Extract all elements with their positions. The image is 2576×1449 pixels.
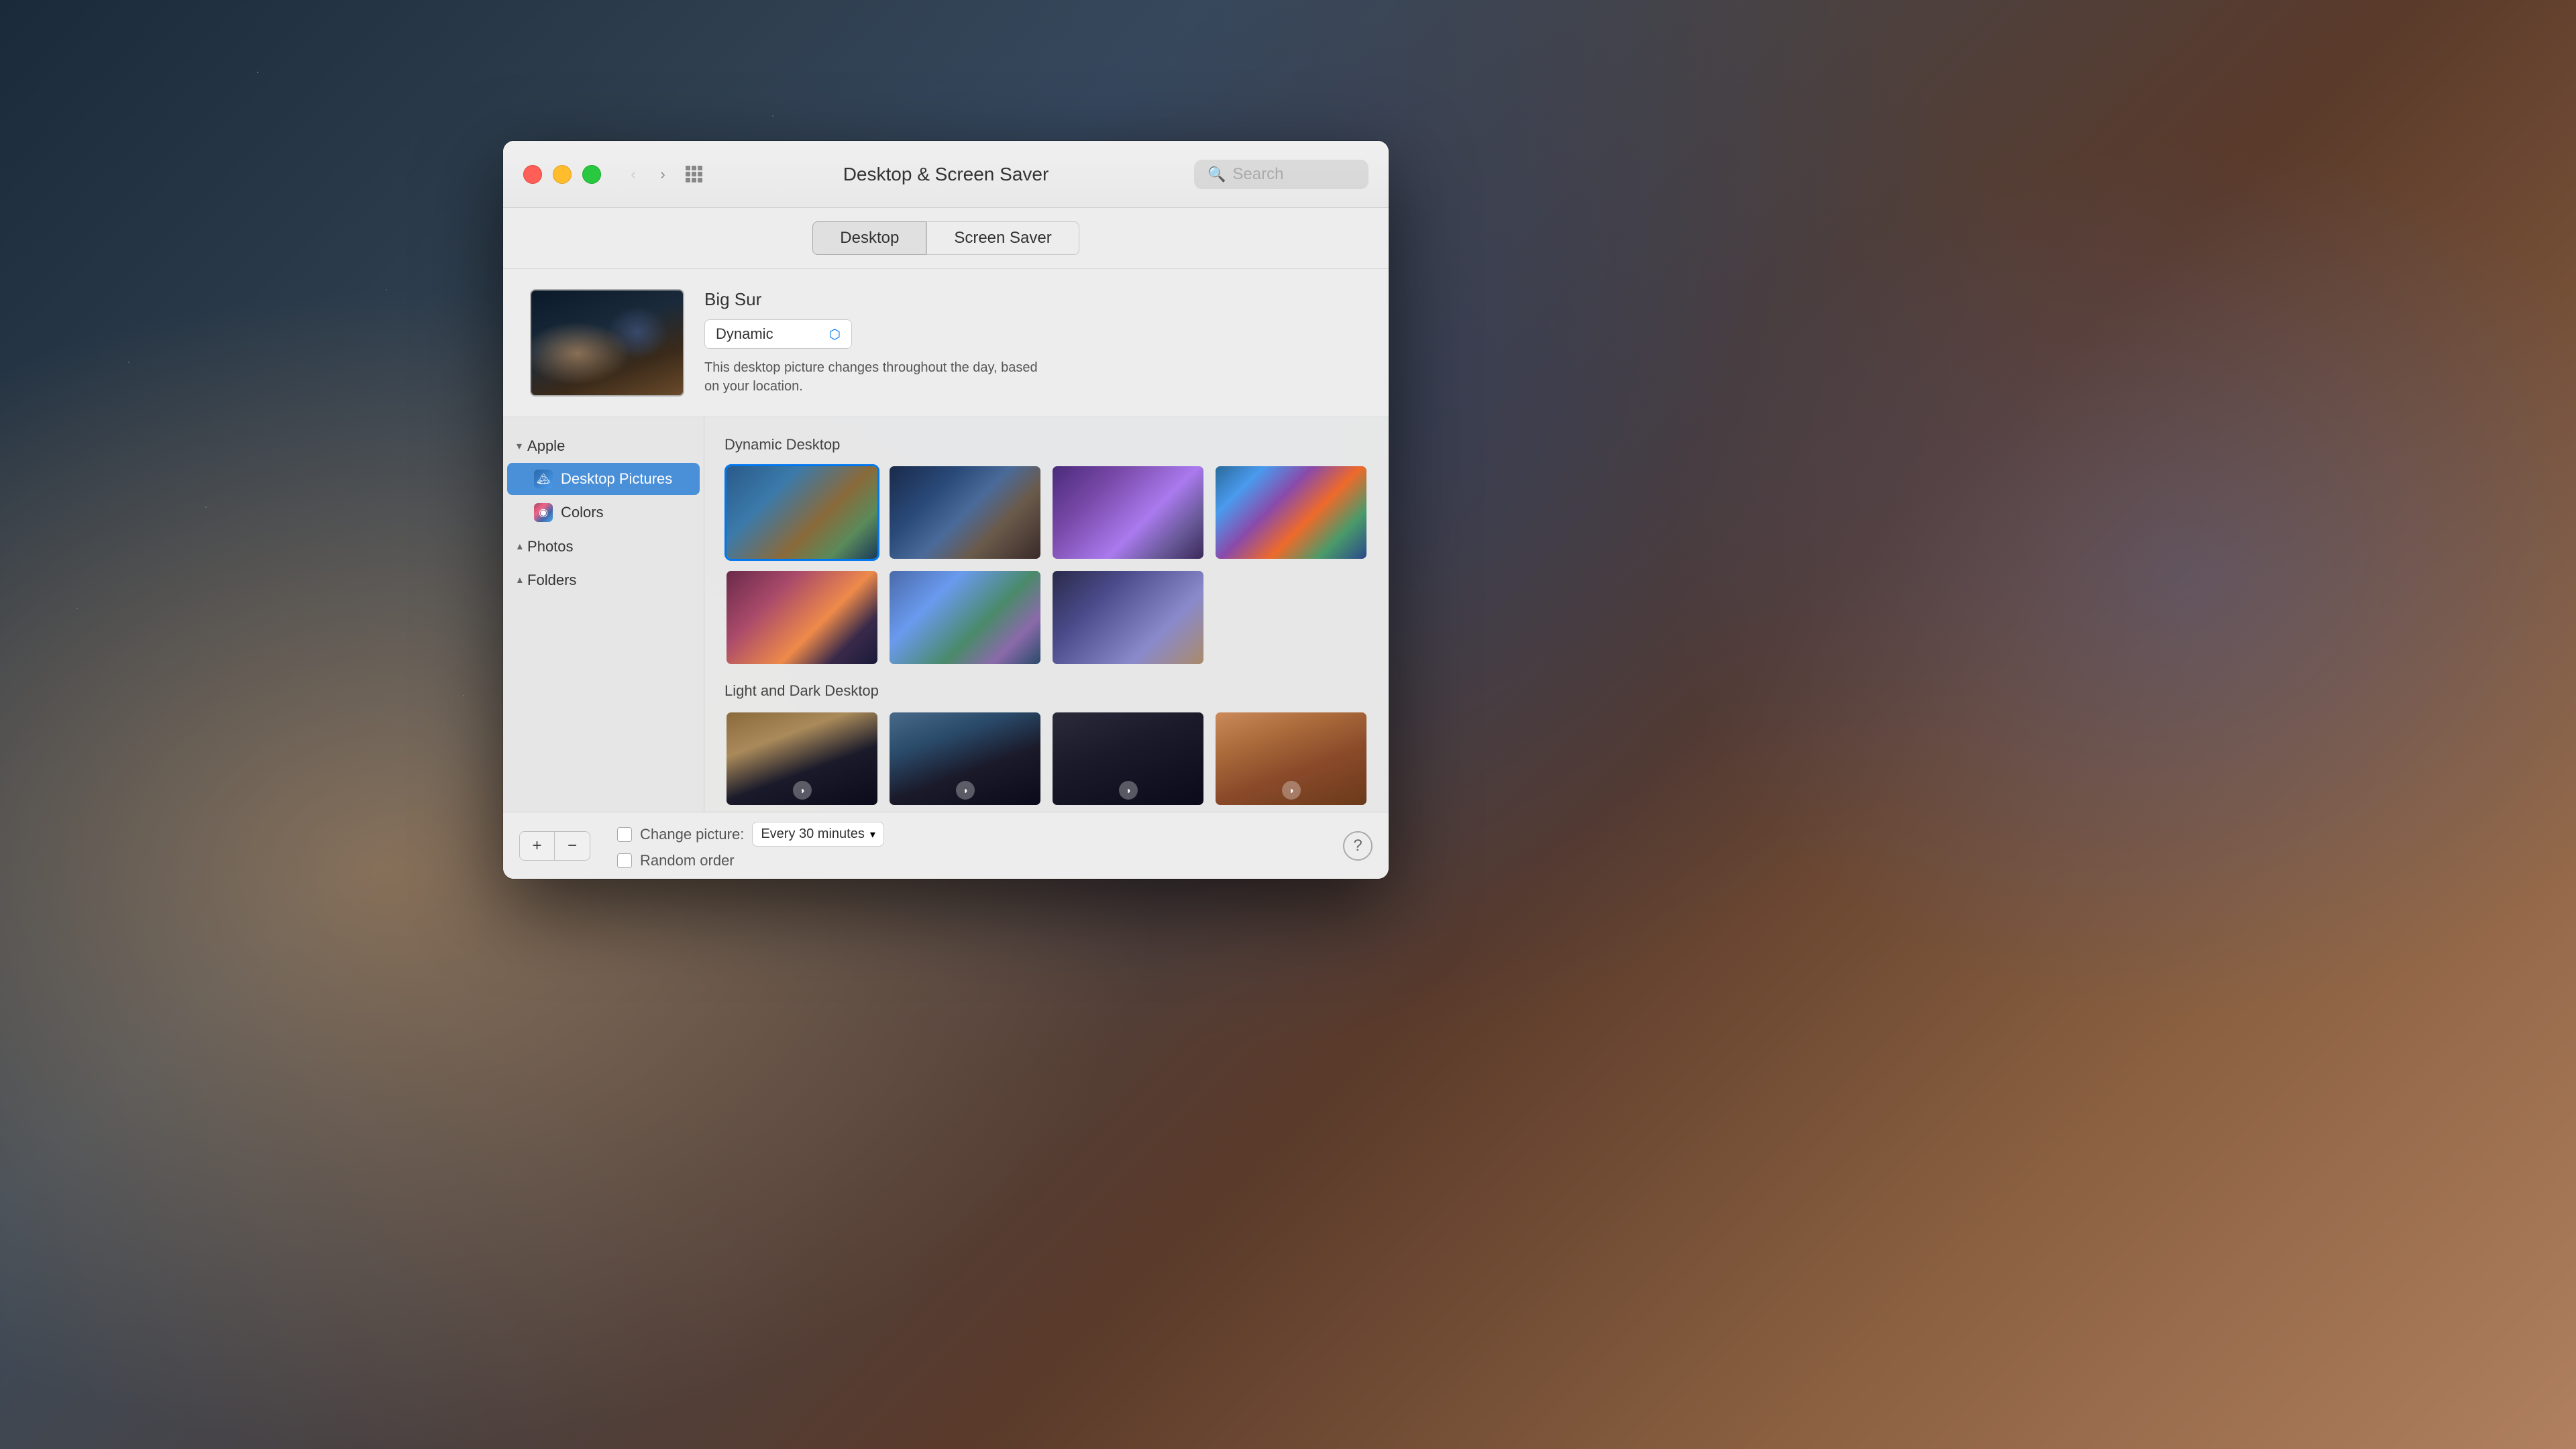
tab-desktop[interactable]: Desktop [812, 221, 926, 255]
wallpaper-thumb-6[interactable] [888, 569, 1042, 665]
nav-buttons: ‹ › [621, 162, 675, 186]
wallpaper-ld-image-3: ◑ [1053, 712, 1203, 805]
forward-button[interactable]: › [651, 162, 675, 186]
content-area: Dynamic Desktop [704, 417, 1389, 873]
picture-description: This desktop picture changes throughout … [704, 358, 1040, 396]
back-button[interactable]: ‹ [621, 162, 645, 186]
add-button[interactable]: + [520, 832, 555, 860]
change-picture-checkbox[interactable] [617, 827, 632, 842]
sidebar-item-label-colors: Colors [561, 504, 604, 521]
dynamic-desktop-grid [724, 464, 1368, 666]
bottom-bar: + − Change picture: Every 30 minutes ▾ R… [503, 812, 1389, 879]
wallpaper-image-7 [1053, 571, 1203, 663]
section-label-dynamic: Dynamic Desktop [724, 436, 1368, 453]
preview-image [530, 289, 684, 396]
remove-button[interactable]: − [555, 832, 590, 860]
wallpaper-thumb-3[interactable] [1051, 464, 1205, 561]
tab-screensaver[interactable]: Screen Saver [926, 221, 1079, 255]
sidebar-section-label-folders: Folders [527, 572, 576, 589]
sidebar-section-label-photos: Photos [527, 538, 574, 555]
grid-icon [686, 166, 702, 182]
sidebar: ▾ Apple 🏔 Desktop Pictures ◉ Colors [503, 417, 704, 873]
picture-name: Big Sur [704, 289, 1362, 310]
random-order-label: Random order [640, 852, 735, 869]
sidebar-section-header-folders[interactable]: ▸ Folders [503, 565, 704, 596]
close-button[interactable] [523, 165, 542, 184]
wallpaper-ld-image-4: ◑ [1216, 712, 1366, 805]
ld-icon-3: ◑ [1119, 781, 1138, 800]
dynamic-dropdown[interactable]: Dynamic ⬡ [704, 319, 852, 349]
chevron-folders-icon: ▸ [513, 578, 526, 583]
wallpaper-thumb-1[interactable] [724, 464, 879, 561]
ld-icon-2: ◑ [956, 781, 975, 800]
grid-view-button[interactable] [680, 161, 707, 188]
wallpaper-thumb-4[interactable] [1214, 464, 1368, 561]
search-input[interactable] [1232, 165, 1355, 184]
search-icon: 🔍 [1208, 166, 1226, 183]
wallpaper-image-6 [890, 571, 1040, 663]
tab-bar: Desktop Screen Saver [503, 208, 1389, 269]
sidebar-section-folders: ▸ Folders [503, 565, 704, 596]
sidebar-item-label-desktop-pictures: Desktop Pictures [561, 470, 672, 488]
wallpaper-image-1 [727, 466, 877, 559]
interval-dropdown[interactable]: Every 30 minutes ▾ [752, 822, 884, 847]
traffic-lights [523, 165, 601, 184]
wallpaper-image-3 [1053, 466, 1203, 559]
preview-area: Big Sur Dynamic ⬡ This desktop picture c… [503, 269, 1389, 417]
titlebar: ‹ › Desktop & Screen Saver 🔍 [503, 141, 1389, 208]
change-picture-label: Change picture: [640, 826, 744, 843]
random-order-row: Random order [617, 852, 1330, 869]
dropdown-value: Dynamic [716, 325, 829, 343]
wallpaper-image-2 [890, 466, 1040, 559]
wallpaper-ld-3[interactable]: ◑ [1051, 710, 1205, 807]
wallpaper-thumb-5[interactable] [724, 569, 879, 665]
colors-icon: ◉ [534, 503, 553, 522]
chevron-photos-icon: ▸ [513, 544, 526, 549]
wallpaper-ld-image-2: ◑ [890, 712, 1040, 805]
chevron-apple-icon: ▾ [517, 439, 522, 453]
wallpaper-image-4 [1216, 466, 1366, 559]
change-picture-row: Change picture: Every 30 minutes ▾ [617, 822, 1330, 847]
ld-icon-4: ◑ [1282, 781, 1301, 800]
system-preferences-window: ‹ › Desktop & Screen Saver 🔍 Desktop Scr… [503, 141, 1389, 879]
interval-value: Every 30 minutes [761, 826, 865, 842]
main-content: ▾ Apple 🏔 Desktop Pictures ◉ Colors [503, 417, 1389, 873]
sidebar-section-header-apple[interactable]: ▾ Apple [503, 431, 704, 462]
wallpaper-ld-1[interactable]: ◑ [724, 710, 879, 807]
dropdown-arrow-icon: ⬡ [829, 326, 841, 343]
forward-icon: › [660, 166, 665, 183]
light-dark-grid: ◑ ◑ ◑ ◑ [724, 710, 1368, 807]
wallpaper-ld-4[interactable]: ◑ [1214, 710, 1368, 807]
search-box[interactable]: 🔍 [1194, 160, 1368, 189]
wallpaper-image-5 [727, 571, 877, 663]
help-button[interactable]: ? [1343, 831, 1373, 861]
ld-icon-1: ◑ [793, 781, 812, 800]
preview-image-inner [531, 290, 683, 395]
sidebar-item-colors[interactable]: ◉ Colors [507, 496, 700, 529]
sidebar-section-label-apple: Apple [527, 437, 565, 455]
interval-dropdown-arrow-icon: ▾ [870, 828, 875, 841]
preview-info: Big Sur Dynamic ⬡ This desktop picture c… [704, 289, 1362, 396]
sidebar-section-header-photos[interactable]: ▸ Photos [503, 531, 704, 562]
sidebar-item-desktop-pictures[interactable]: 🏔 Desktop Pictures [507, 463, 700, 495]
wallpaper-ld-image-1: ◑ [727, 712, 877, 805]
random-order-checkbox[interactable] [617, 853, 632, 868]
wallpaper-ld-2[interactable]: ◑ [888, 710, 1042, 807]
maximize-button[interactable] [582, 165, 601, 184]
back-icon: ‹ [631, 166, 635, 183]
add-remove-buttons: + − [519, 831, 590, 861]
minimize-button[interactable] [553, 165, 572, 184]
wallpaper-thumb-2[interactable] [888, 464, 1042, 561]
wallpaper-thumb-7[interactable] [1051, 569, 1205, 665]
section-label-lightdark: Light and Dark Desktop [724, 682, 1368, 700]
desktop-pictures-icon: 🏔 [534, 470, 553, 488]
sidebar-section-photos: ▸ Photos [503, 531, 704, 562]
sidebar-section-apple: ▾ Apple 🏔 Desktop Pictures ◉ Colors [503, 431, 704, 529]
window-title: Desktop & Screen Saver [843, 164, 1049, 185]
